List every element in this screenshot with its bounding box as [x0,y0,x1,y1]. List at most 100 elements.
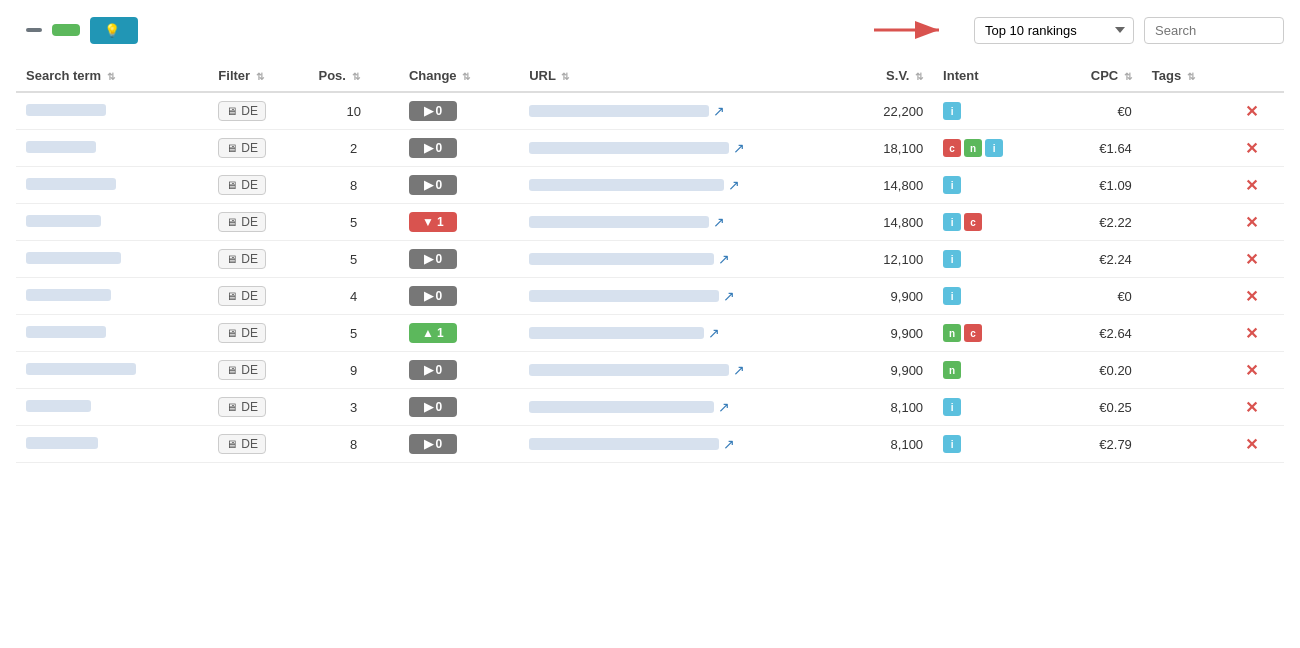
intent-cell: i [933,426,1051,463]
change-badge: ▶ 0 [409,360,457,380]
url-link[interactable]: ↗ [529,140,835,156]
external-link-icon[interactable]: ↗ [733,362,745,378]
external-link-icon[interactable]: ↗ [728,177,740,193]
url-link[interactable]: ↗ [529,399,835,415]
search-term-cell [16,92,208,130]
delete-button[interactable]: ✕ [1245,139,1258,158]
sort-tags-icon[interactable]: ⇅ [1187,71,1195,82]
external-link-icon[interactable]: ↗ [718,251,730,267]
sort-sv-icon[interactable]: ⇅ [915,71,923,82]
change-cell: ▶ 0 [399,167,519,204]
monitor-icon: 🖥 [226,105,237,117]
delete-button[interactable]: ✕ [1245,250,1258,269]
search-term-cell [16,389,208,426]
intent-cell: i [933,278,1051,315]
col-filter: Filter ⇅ [208,60,308,92]
external-link-icon[interactable]: ↗ [718,399,730,415]
arrow-right-icon: ▶ [424,178,433,192]
delete-button[interactable]: ✕ [1245,213,1258,232]
sort-pos-icon[interactable]: ⇅ [352,71,360,82]
position-cell: 5 [308,315,398,352]
position-cell: 9 [308,352,398,389]
change-badge: ▶ 0 [409,138,457,158]
delete-button[interactable]: ✕ [1245,398,1258,417]
sort-change-icon[interactable]: ⇅ [462,71,470,82]
search-term-cell [16,352,208,389]
sort-cpc-icon[interactable]: ⇅ [1124,71,1132,82]
url-link[interactable]: ↗ [529,214,835,230]
external-link-icon[interactable]: ↗ [713,214,725,230]
url-link[interactable]: ↗ [529,325,835,341]
delete-button[interactable]: ✕ [1245,324,1258,343]
intent-badges: i [943,176,1041,194]
intent-badge-n: n [943,361,961,379]
url-link[interactable]: ↗ [529,288,835,304]
arrow-right-icon: ▶ [424,437,433,451]
external-link-icon[interactable]: ↗ [708,325,720,341]
monitor-icon: 🖥 [226,438,237,450]
sv-cell: 9,900 [845,278,933,315]
sort-filter-icon[interactable]: ⇅ [256,71,264,82]
delete-button[interactable]: ✕ [1245,176,1258,195]
delete-button[interactable]: ✕ [1245,102,1258,121]
delete-cell: ✕ [1235,352,1284,389]
change-value: 1 [437,215,444,229]
sv-cell: 8,100 [845,389,933,426]
page-header: 💡 Top 10 rankings Top 3 rankings Top 20 … [16,16,1284,44]
url-link[interactable]: ↗ [529,362,835,378]
search-input[interactable] [1144,17,1284,44]
table-row: 🖥DE4▶ 0↗9,900i€0✕ [16,278,1284,315]
url-link[interactable]: ↗ [529,177,835,193]
url-cell: ↗ [519,315,845,352]
table-body: 🖥DE10▶ 0↗22,200i€0✕🖥DE2▶ 0↗18,100cni€1.6… [16,92,1284,463]
tags-cell [1142,426,1235,463]
search-term-cell [16,130,208,167]
keywords-table: Search term ⇅ Filter ⇅ Pos. ⇅ Change ⇅ U… [16,60,1284,463]
table-row: 🖥DE5▼ 1↗14,800ic€2.22✕ [16,204,1284,241]
cpc-cell: €2.79 [1051,426,1141,463]
delete-cell: ✕ [1235,315,1284,352]
delete-button[interactable]: ✕ [1245,361,1258,380]
monitor-icon: 🖥 [226,401,237,413]
url-link[interactable]: ↗ [529,251,835,267]
sv-cell: 22,200 [845,92,933,130]
delete-button[interactable]: ✕ [1245,435,1258,454]
sv-cell: 9,900 [845,315,933,352]
filter-cell: 🖥DE [208,92,308,130]
external-link-icon[interactable]: ↗ [733,140,745,156]
external-link-icon[interactable]: ↗ [713,103,725,119]
external-link-icon[interactable]: ↗ [723,288,735,304]
suggestions-button[interactable]: 💡 [90,17,138,44]
url-link[interactable]: ↗ [529,436,835,452]
monitor-icon: 🖥 [226,364,237,376]
filter-badge: 🖥DE [218,138,266,158]
arrow-right-icon: ▶ [424,363,433,377]
delete-button[interactable]: ✕ [1245,287,1258,306]
sort-url-icon[interactable]: ⇅ [561,71,569,82]
filter-cell: 🖥DE [208,352,308,389]
monitor-icon: 🖥 [226,327,237,339]
change-badge: ▶ 0 [409,434,457,454]
tags-cell [1142,315,1235,352]
intent-badge-i: i [943,287,961,305]
delete-cell: ✕ [1235,426,1284,463]
position-cell: 5 [308,241,398,278]
add-term-button[interactable] [52,24,80,36]
blurred-term [26,104,106,116]
table-row: 🖥DE3▶ 0↗8,100i€0.25✕ [16,389,1284,426]
external-link-icon[interactable]: ↗ [723,436,735,452]
filter-badge: 🖥DE [218,175,266,195]
filter-badge: 🖥DE [218,286,266,306]
intent-cell: ic [933,204,1051,241]
monitor-icon: 🖥 [226,216,237,228]
url-cell: ↗ [519,130,845,167]
sv-cell: 14,800 [845,167,933,204]
filter-country: DE [241,215,258,229]
filter-dropdown[interactable]: Top 10 rankings Top 3 rankings Top 20 ra… [974,17,1134,44]
intent-badge-n: n [943,324,961,342]
arrow-right-icon: ▶ [424,289,433,303]
filter-badge: 🖥DE [218,397,266,417]
blurred-url [529,401,714,413]
sort-search-term-icon[interactable]: ⇅ [107,71,115,82]
url-link[interactable]: ↗ [529,103,835,119]
